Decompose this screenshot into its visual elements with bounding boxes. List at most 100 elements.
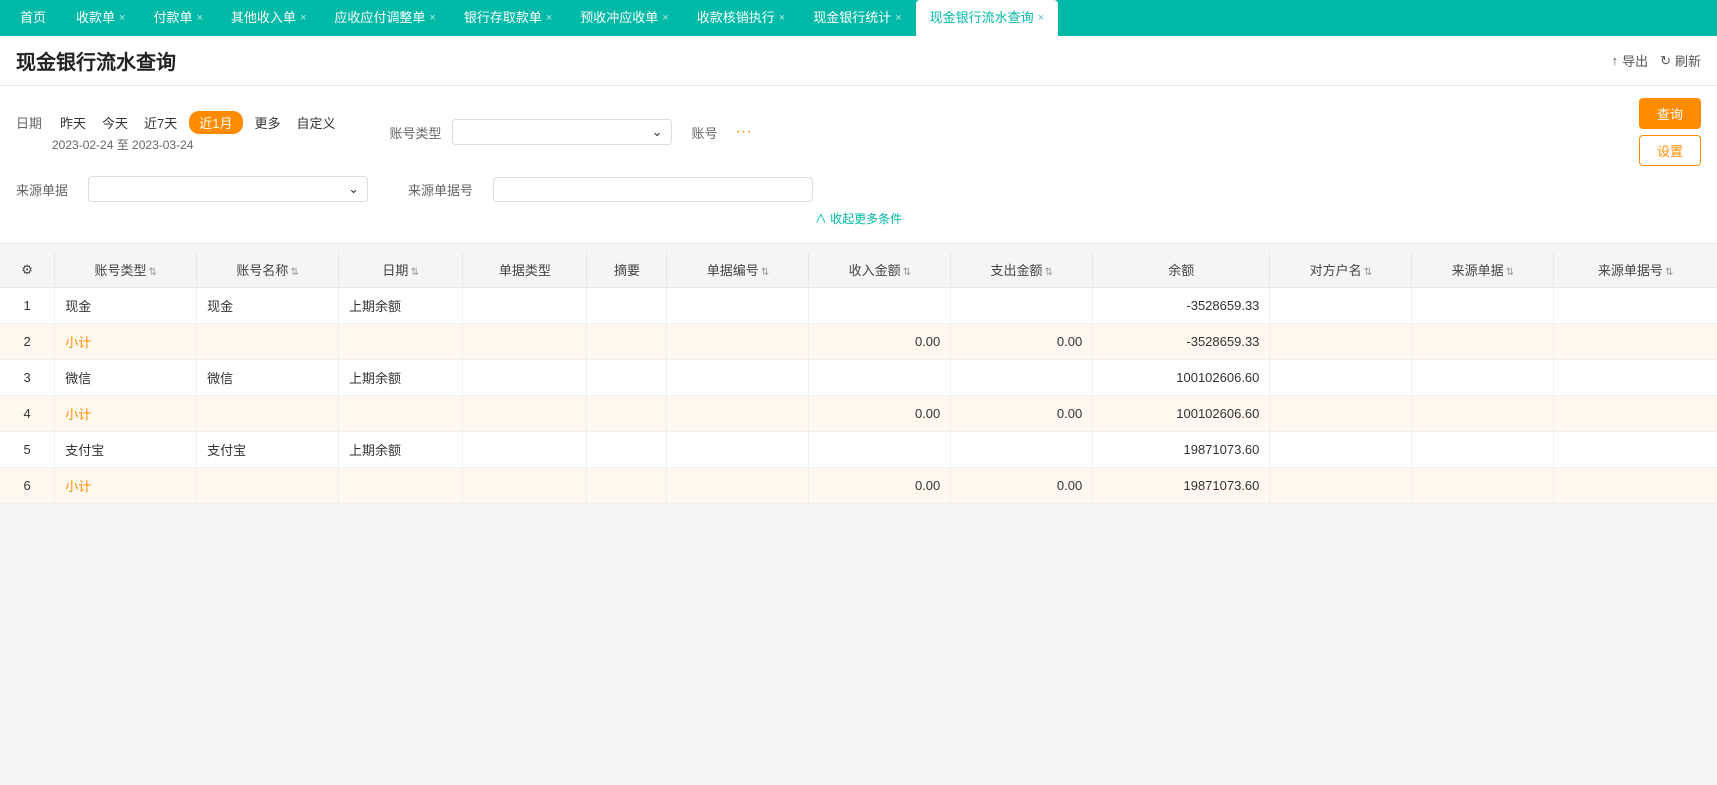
table-header: ⚙账号类型⇅账号名称⇅日期⇅单据类型摘要单据编号⇅收入金额⇅支出金额⇅余额对方户…	[0, 252, 1717, 288]
nav-tab-close[interactable]: ×	[300, 0, 306, 36]
cell-accountName: 现金	[197, 288, 339, 324]
cell-accountName: 支付宝	[197, 432, 339, 468]
col-label: 账号名称	[236, 263, 288, 278]
refresh-button[interactable]: ↻ 刷新	[1660, 51, 1701, 70]
source-doc-select[interactable]: ⌄	[88, 176, 368, 202]
nav-home[interactable]: 首页	[4, 0, 62, 36]
cell-sourceDoc	[1412, 288, 1554, 324]
settings-button[interactable]: 设置	[1639, 135, 1701, 166]
col-label: 余额	[1168, 263, 1194, 278]
nav-tab-其他收入单[interactable]: 其他收入单×	[217, 0, 320, 36]
cell-expendAmt	[951, 432, 1093, 468]
nav-tab-银行存取款单[interactable]: 银行存取款单×	[450, 0, 566, 36]
cell-balance: -3528659.33	[1093, 324, 1270, 360]
sort-icon: ⇅	[903, 267, 911, 278]
cell-expendAmt: 0.00	[951, 468, 1093, 504]
cell-sourceDoc	[1412, 468, 1554, 504]
cell-index: 4	[0, 396, 55, 432]
col-header-sourceDoc[interactable]: 来源单据⇅	[1412, 252, 1554, 288]
date-option-近1月[interactable]: 近1月	[189, 111, 242, 134]
source-doc-no-input[interactable]	[493, 177, 813, 202]
main-table: ⚙账号类型⇅账号名称⇅日期⇅单据类型摘要单据编号⇅收入金额⇅支出金额⇅余额对方户…	[0, 252, 1717, 504]
nav-tab-预收冲应收单[interactable]: 预收冲应收单×	[566, 0, 682, 36]
cell-expendAmt	[951, 288, 1093, 324]
cell-balance: -3528659.33	[1093, 288, 1270, 324]
nav-tab-现金银行流水查询[interactable]: 现金银行流水查询×	[916, 0, 1058, 36]
col-header-accountName[interactable]: 账号名称⇅	[197, 252, 339, 288]
cell-date: 上期余额	[339, 288, 463, 324]
subtotal-label: 小计	[65, 407, 91, 422]
date-option-近7天[interactable]: 近7天	[140, 111, 181, 134]
date-label: 日期	[16, 113, 46, 132]
cell-sourceDocNo	[1554, 432, 1717, 468]
date-option-昨天[interactable]: 昨天	[56, 111, 90, 134]
nav-tab-label: 现金银行统计	[813, 0, 891, 36]
table-row: 5支付宝支付宝上期余额19871073.60	[0, 432, 1717, 468]
col-header-counterparty[interactable]: 对方户名⇅	[1270, 252, 1412, 288]
cell-index: 1	[0, 288, 55, 324]
sort-icon: ⇅	[1665, 267, 1673, 278]
nav-tab-付款单[interactable]: 付款单×	[139, 0, 216, 36]
account-type-chevron: ⌄	[652, 124, 663, 140]
source-doc-chevron: ⌄	[348, 181, 359, 197]
nav-tab-close[interactable]: ×	[779, 0, 785, 36]
nav-tab-close[interactable]: ×	[1038, 0, 1044, 36]
nav-tab-close[interactable]: ×	[546, 0, 552, 36]
col-label: 来源单据	[1452, 263, 1504, 278]
date-option-更多[interactable]: 更多	[251, 111, 285, 134]
cell-date	[339, 468, 463, 504]
nav-tab-收款单[interactable]: 收款单×	[62, 0, 139, 36]
cell-docNo	[667, 288, 809, 324]
col-header-date[interactable]: 日期⇅	[339, 252, 463, 288]
nav-tab-应收应付调整单[interactable]: 应收应付调整单×	[320, 0, 449, 36]
nav-tab-close[interactable]: ×	[119, 0, 125, 36]
export-label: 导出	[1622, 51, 1648, 70]
cell-summary	[587, 396, 667, 432]
col-header-docNo[interactable]: 单据编号⇅	[667, 252, 809, 288]
nav-tab-现金银行统计[interactable]: 现金银行统计×	[799, 0, 915, 36]
col-label: 支出金额	[991, 263, 1043, 278]
collapse-bar[interactable]: ∧ 收起更多条件	[16, 206, 1701, 231]
nav-tab-close[interactable]: ×	[429, 0, 435, 36]
filter-row-2: 来源单据 ⌄ 来源单据号	[16, 176, 1701, 202]
cell-accountName	[197, 468, 339, 504]
gear-icon[interactable]: ⚙	[21, 262, 33, 278]
cell-date: 上期余额	[339, 432, 463, 468]
nav-tab-close[interactable]: ×	[196, 0, 202, 36]
col-header-accountType[interactable]: 账号类型⇅	[55, 252, 197, 288]
col-label: 单据类型	[499, 263, 551, 278]
query-button[interactable]: 查询	[1639, 98, 1701, 129]
export-icon: ↑	[1612, 53, 1619, 68]
col-label: 账号类型	[94, 263, 146, 278]
cell-docNo	[667, 468, 809, 504]
sort-icon: ⇅	[290, 267, 298, 278]
cell-docNo	[667, 360, 809, 396]
table-body: 1现金现金上期余额-3528659.332小计0.000.00-3528659.…	[0, 288, 1717, 504]
export-button[interactable]: ↑ 导出	[1612, 51, 1649, 70]
nav-tab-收款核销执行[interactable]: 收款核销执行×	[683, 0, 799, 36]
cell-accountType: 现金	[55, 288, 197, 324]
date-option-自定义[interactable]: 自定义	[293, 111, 340, 134]
nav-tab-label: 预收冲应收单	[580, 0, 658, 36]
cell-sourceDocNo	[1554, 468, 1717, 504]
cell-sourceDoc	[1412, 360, 1554, 396]
cell-accountType: 支付宝	[55, 432, 197, 468]
sort-icon: ⇅	[1364, 267, 1372, 278]
nav-tab-close[interactable]: ×	[895, 0, 901, 36]
account-type-select[interactable]: ⌄	[452, 119, 672, 145]
col-header-incomeAmt[interactable]: 收入金额⇅	[809, 252, 951, 288]
nav-tab-label: 付款单	[153, 0, 192, 36]
nav-tab-close[interactable]: ×	[662, 0, 668, 36]
date-option-今天[interactable]: 今天	[98, 111, 132, 134]
col-label: 对方户名	[1310, 263, 1362, 278]
col-header-expendAmt[interactable]: 支出金额⇅	[951, 252, 1093, 288]
account-dots-button[interactable]: ···	[732, 123, 756, 141]
col-header-sourceDocNo[interactable]: 来源单据号⇅	[1554, 252, 1717, 288]
cell-summary	[587, 324, 667, 360]
nav-tabs: 收款单×付款单×其他收入单×应收应付调整单×银行存取款单×预收冲应收单×收款核销…	[62, 0, 1058, 36]
cell-docType	[463, 468, 587, 504]
filter-row-1: 日期 昨天今天近7天近1月更多自定义 2023-02-24 至 2023-03-…	[16, 98, 1701, 166]
cell-counterparty	[1270, 468, 1412, 504]
col-label: 收入金额	[849, 263, 901, 278]
cell-incomeAmt: 0.00	[809, 468, 951, 504]
